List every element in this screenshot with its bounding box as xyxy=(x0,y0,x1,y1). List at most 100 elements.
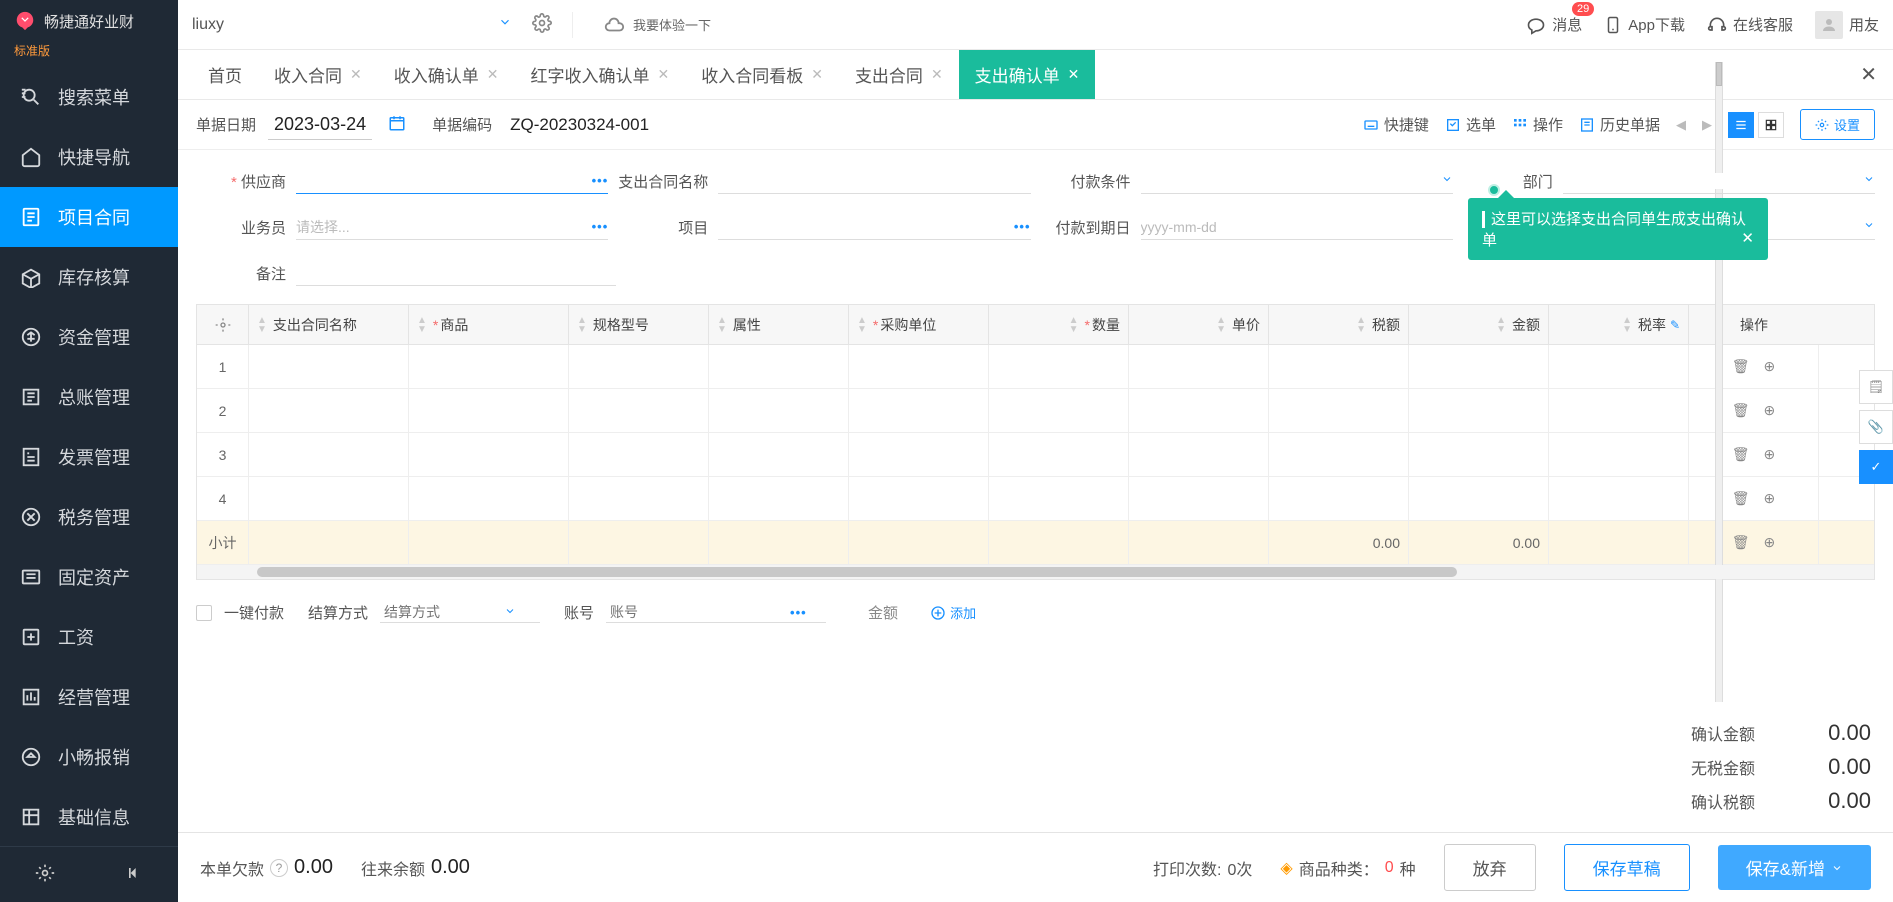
app-download-button[interactable]: App下载 xyxy=(1604,14,1685,35)
add-row-icon[interactable]: ⊕ xyxy=(1764,534,1776,551)
nav-tax[interactable]: 税务管理 xyxy=(0,487,178,547)
save-new-button[interactable]: 保存&新增 xyxy=(1718,845,1871,890)
payment-term-field[interactable] xyxy=(1141,168,1453,194)
next-arrow-icon[interactable]: ▶ xyxy=(1702,117,1712,133)
col-config-icon[interactable] xyxy=(197,305,249,344)
lookup-icon[interactable]: ••• xyxy=(1014,219,1031,234)
supplier-field[interactable]: ••• xyxy=(296,168,608,194)
project-field[interactable]: ••• xyxy=(718,214,1030,240)
nav-quick[interactable]: 快捷导航 xyxy=(0,127,178,187)
close-icon[interactable]: ✕ xyxy=(350,66,362,83)
save-draft-button[interactable]: 保存草稿 xyxy=(1564,844,1690,891)
tab-expense-confirm[interactable]: 支出确认单✕ xyxy=(959,50,1096,99)
chevron-down-icon[interactable] xyxy=(1863,219,1875,234)
prev-arrow-icon[interactable]: ◀ xyxy=(1676,117,1686,133)
delete-icon[interactable]: 🗑 xyxy=(1732,402,1750,419)
close-all-tabs-icon[interactable]: ✕ xyxy=(1844,62,1893,87)
method-field[interactable] xyxy=(380,602,540,623)
col-rate[interactable]: ▲▼税率 ✎ xyxy=(1549,305,1689,344)
discard-button[interactable]: 放弃 xyxy=(1444,844,1536,891)
nav-inventory[interactable]: 库存核算 xyxy=(0,247,178,307)
lookup-icon[interactable]: ••• xyxy=(592,173,609,188)
settings-icon[interactable] xyxy=(35,863,55,886)
col-attr[interactable]: ▲▼属性 xyxy=(709,305,849,344)
dept-field[interactable] xyxy=(1563,168,1875,194)
paydate-field[interactable] xyxy=(1141,214,1453,240)
list-view-icon[interactable] xyxy=(1728,112,1754,138)
side-btn-3[interactable]: ✓ xyxy=(1859,450,1893,484)
tab-expense-contract[interactable]: 支出合同✕ xyxy=(839,50,959,99)
tab-income-confirm[interactable]: 收入确认单✕ xyxy=(378,50,515,99)
onekey-checkbox[interactable] xyxy=(196,605,212,621)
delete-icon[interactable]: 🗑 xyxy=(1732,358,1750,375)
col-price[interactable]: ▲▼单价 xyxy=(1129,305,1269,344)
grid-scrollbar[interactable] xyxy=(197,565,1874,579)
tooltip-close-icon[interactable]: ✕ xyxy=(1741,229,1754,247)
clerk-field[interactable]: ••• xyxy=(296,214,608,240)
settings-button[interactable]: 设置 xyxy=(1800,109,1875,140)
nav-invoice[interactable]: 发票管理 xyxy=(0,427,178,487)
collapse-icon[interactable] xyxy=(124,863,144,886)
tab-income-kanban[interactable]: 收入合同看板✕ xyxy=(685,50,839,99)
scrollbar-track[interactable] xyxy=(1715,62,1723,702)
add-row-icon[interactable]: ⊕ xyxy=(1764,446,1776,463)
chevron-down-icon[interactable] xyxy=(1863,173,1875,188)
close-icon[interactable]: ✕ xyxy=(657,66,669,83)
help-icon[interactable]: ? xyxy=(270,859,288,877)
col-contract[interactable]: ▲▼支出合同名称 xyxy=(249,305,409,344)
col-amount[interactable]: ▲▼金额 xyxy=(1409,305,1549,344)
col-unit[interactable]: ▲▼*采购单位 xyxy=(849,305,989,344)
lookup-icon[interactable]: ••• xyxy=(790,605,807,620)
calendar-icon[interactable] xyxy=(388,114,406,135)
nav-fund[interactable]: 资金管理 xyxy=(0,307,178,367)
support-button[interactable]: 在线客服 xyxy=(1707,14,1793,35)
lookup-icon[interactable]: ••• xyxy=(592,219,609,234)
nav-ledger[interactable]: 总账管理 xyxy=(0,367,178,427)
nav-biz[interactable]: 经营管理 xyxy=(0,667,178,727)
user-menu[interactable]: 用友 xyxy=(1815,11,1879,39)
col-tax[interactable]: ▲▼税额 xyxy=(1269,305,1409,344)
add-row-icon[interactable]: ⊕ xyxy=(1764,490,1776,507)
nav-base[interactable]: 基础信息 xyxy=(0,787,178,846)
close-icon[interactable]: ✕ xyxy=(487,66,499,83)
delete-icon[interactable]: 🗑 xyxy=(1732,490,1750,507)
nav-salary[interactable]: 工资 xyxy=(0,607,178,667)
add-row-icon[interactable]: ⊕ xyxy=(1764,402,1776,419)
try-button[interactable]: 我要体验一下 xyxy=(603,14,711,36)
close-icon[interactable]: ✕ xyxy=(1068,66,1080,83)
add-row-icon[interactable]: ⊕ xyxy=(1764,358,1776,375)
add-button[interactable]: 添加 xyxy=(930,603,976,622)
col-goods[interactable]: ▲▼*商品 xyxy=(409,305,569,344)
nav-assets[interactable]: 固定资产 xyxy=(0,547,178,607)
delete-icon[interactable]: 🗑 xyxy=(1732,446,1750,463)
col-qty[interactable]: ▲▼*数量 xyxy=(989,305,1129,344)
select-order-button[interactable]: 选单 xyxy=(1445,114,1496,135)
tab-home[interactable]: 首页 xyxy=(192,50,258,99)
nav-project-contract[interactable]: 项目合同 xyxy=(0,187,178,247)
grid-row-3[interactable]: 3🗑⊕ xyxy=(197,433,1874,477)
remark-field[interactable] xyxy=(296,260,616,286)
org-gear-icon[interactable] xyxy=(532,13,552,36)
contract-name-field[interactable] xyxy=(718,168,1030,194)
side-btn-2[interactable]: 📎 xyxy=(1859,410,1893,444)
org-selector[interactable]: liuxy xyxy=(192,15,512,34)
delete-icon[interactable]: 🗑 xyxy=(1732,534,1750,551)
close-icon[interactable]: ✕ xyxy=(931,66,943,83)
date-value[interactable]: 2023-03-24 xyxy=(268,110,372,140)
grid-row-1[interactable]: 1🗑⊕ xyxy=(197,345,1874,389)
grid-view-icon[interactable] xyxy=(1758,112,1784,138)
ops-button[interactable]: 操作 xyxy=(1512,114,1563,135)
tab-income-contract[interactable]: 收入合同✕ xyxy=(258,50,378,99)
col-spec[interactable]: ▲▼规格型号 xyxy=(569,305,709,344)
tab-red-income-confirm[interactable]: 红字收入确认单✕ xyxy=(514,50,685,99)
side-btn-1[interactable]: 🗒 xyxy=(1859,370,1893,404)
edit-icon[interactable]: ✎ xyxy=(1670,318,1680,332)
grid-row-4[interactable]: 4🗑⊕ xyxy=(197,477,1874,521)
messages-button[interactable]: 消息 29 xyxy=(1526,14,1582,35)
chevron-down-icon[interactable] xyxy=(504,605,516,620)
chevron-down-icon[interactable] xyxy=(1441,173,1453,188)
shortcut-button[interactable]: 快捷键 xyxy=(1363,114,1429,135)
nav-expense[interactable]: 小畅报销 xyxy=(0,727,178,787)
close-icon[interactable]: ✕ xyxy=(811,66,823,83)
acct-field[interactable]: ••• xyxy=(606,602,826,623)
